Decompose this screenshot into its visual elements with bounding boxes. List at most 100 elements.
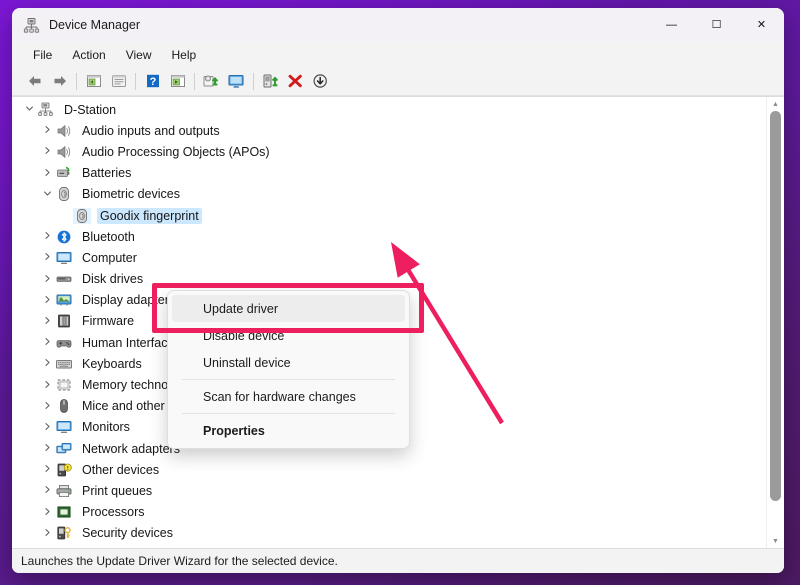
- tree-node[interactable]: Goodix fingerprint: [12, 205, 766, 226]
- minimize-button[interactable]: —: [649, 8, 694, 42]
- enable-device-icon[interactable]: [258, 69, 283, 93]
- keyboard-icon: [55, 356, 73, 372]
- toolbar-separator: [135, 73, 136, 90]
- menu-file[interactable]: File: [24, 45, 61, 65]
- forward-icon[interactable]: [47, 69, 72, 93]
- chevron-right-icon[interactable]: [40, 422, 55, 433]
- tree-node-label: Other devices: [79, 462, 162, 478]
- tree-node[interactable]: Batteries: [12, 163, 766, 184]
- scroll-down-icon[interactable]: ▼: [767, 534, 784, 548]
- titlebar-left: Device Manager: [12, 17, 140, 34]
- chevron-right-icon[interactable]: [40, 358, 55, 369]
- chevron-right-icon[interactable]: [40, 507, 55, 518]
- chevron-right-icon[interactable]: [40, 168, 55, 179]
- chevron-down-icon[interactable]: [40, 189, 55, 200]
- svg-text:?: ?: [149, 76, 156, 88]
- network-adapter-icon: [55, 441, 73, 457]
- maximize-icon: ☐: [712, 20, 722, 31]
- scroll-up-icon[interactable]: ▲: [767, 97, 784, 111]
- menu-view[interactable]: View: [117, 45, 161, 65]
- menu-help[interactable]: Help: [163, 45, 206, 65]
- tree-node[interactable]: Disk drives: [12, 269, 766, 290]
- chevron-right-icon[interactable]: [40, 146, 55, 157]
- ctx-scan-hardware[interactable]: Scan for hardware changes: [172, 383, 405, 410]
- menu-action[interactable]: Action: [63, 45, 114, 65]
- other-device-icon: !: [55, 462, 73, 478]
- tree-node[interactable]: Software components: [12, 544, 766, 548]
- tree-node-label: Audio inputs and outputs: [79, 123, 223, 139]
- chevron-right-icon[interactable]: [40, 252, 55, 263]
- update-driver-icon[interactable]: [165, 69, 190, 93]
- maximize-button[interactable]: ☐: [694, 8, 739, 42]
- chevron-right-icon[interactable]: [40, 316, 55, 327]
- tree-node-label: Monitors: [79, 419, 133, 435]
- context-menu-separator: [182, 413, 395, 414]
- tree-node[interactable]: Print queues: [12, 480, 766, 501]
- svg-text:!: !: [67, 466, 69, 472]
- chevron-right-icon[interactable]: [40, 528, 55, 539]
- caption-button-group: — ☐ ✕: [649, 8, 784, 42]
- toolbar-separator: [194, 73, 195, 90]
- chevron-right-icon[interactable]: [40, 274, 55, 285]
- back-icon[interactable]: [22, 69, 47, 93]
- close-button[interactable]: ✕: [739, 8, 784, 42]
- speaker-icon: [55, 123, 73, 139]
- window-titlebar: Device Manager — ☐ ✕: [12, 8, 784, 42]
- tree-node-label: Security devices: [79, 525, 176, 541]
- help-icon[interactable]: ?: [140, 69, 165, 93]
- vertical-scrollbar[interactable]: ▲ ▼: [766, 97, 784, 548]
- ctx-update-driver[interactable]: Update driver: [172, 295, 405, 322]
- tree-node-label: Disk drives: [79, 271, 146, 287]
- tree-node[interactable]: D-Station: [12, 99, 766, 120]
- window-title: Device Manager: [49, 18, 140, 32]
- tree-node-label: Audio Processing Objects (APOs): [79, 144, 273, 160]
- disable-device-icon[interactable]: [308, 69, 333, 93]
- software-component-icon: [55, 547, 73, 548]
- close-icon: ✕: [757, 20, 766, 31]
- chevron-right-icon[interactable]: [40, 380, 55, 391]
- chevron-down-icon[interactable]: [22, 104, 37, 115]
- toolbar-separator: [253, 73, 254, 90]
- chevron-right-icon[interactable]: [40, 295, 55, 306]
- tree-node-label: Software components: [79, 547, 206, 548]
- chevron-right-icon[interactable]: [40, 231, 55, 242]
- tree-node[interactable]: Security devices: [12, 523, 766, 544]
- scrollbar-thumb[interactable]: [770, 111, 781, 501]
- ctx-disable-device[interactable]: Disable device: [172, 322, 405, 349]
- context-menu[interactable]: Update driverDisable deviceUninstall dev…: [167, 290, 410, 449]
- tree-node-label: Bluetooth: [79, 229, 138, 245]
- ctx-uninstall-device[interactable]: Uninstall device: [172, 349, 405, 376]
- chevron-right-icon[interactable]: [40, 125, 55, 136]
- chevron-right-icon[interactable]: [40, 464, 55, 475]
- properties-icon[interactable]: [106, 69, 131, 93]
- computer-tree-icon: [37, 102, 55, 118]
- tree-node-label: Print queues: [79, 483, 155, 499]
- tree-node[interactable]: Biometric devices: [12, 184, 766, 205]
- tree-node[interactable]: Audio Processing Objects (APOs): [12, 141, 766, 162]
- statusbar: Launches the Update Driver Wizard for th…: [12, 548, 784, 573]
- tree-node[interactable]: Processors: [12, 502, 766, 523]
- ctx-properties[interactable]: Properties: [172, 417, 405, 444]
- tree-node[interactable]: Computer: [12, 247, 766, 268]
- monitor-icon: [55, 250, 73, 266]
- chevron-right-icon[interactable]: [40, 485, 55, 496]
- tree-node[interactable]: ! Other devices: [12, 459, 766, 480]
- show-hide-console-tree-icon[interactable]: [81, 69, 106, 93]
- security-device-icon: [55, 525, 73, 541]
- chevron-right-icon[interactable]: [40, 337, 55, 348]
- chevron-right-icon[interactable]: [40, 443, 55, 454]
- display-icon[interactable]: [224, 69, 249, 93]
- device-tree-panel: D-Station Audio inputs and outputs Audio P…: [12, 96, 784, 548]
- tree-node[interactable]: Bluetooth: [12, 226, 766, 247]
- uninstall-device-icon[interactable]: [283, 69, 308, 93]
- device-manager-icon: [23, 17, 40, 34]
- scan-hardware-changes-icon[interactable]: [199, 69, 224, 93]
- tree-node[interactable]: Audio inputs and outputs: [12, 120, 766, 141]
- chevron-right-icon[interactable]: [40, 401, 55, 412]
- tree-node-label: Firmware: [79, 313, 137, 329]
- tree-node-label: Batteries: [79, 165, 134, 181]
- bluetooth-icon: [55, 229, 73, 245]
- device-manager-window: Device Manager — ☐ ✕ FileActionViewHelp: [12, 8, 784, 573]
- fingerprint-icon: [73, 208, 91, 224]
- tree-node-label: Goodix fingerprint: [97, 208, 202, 224]
